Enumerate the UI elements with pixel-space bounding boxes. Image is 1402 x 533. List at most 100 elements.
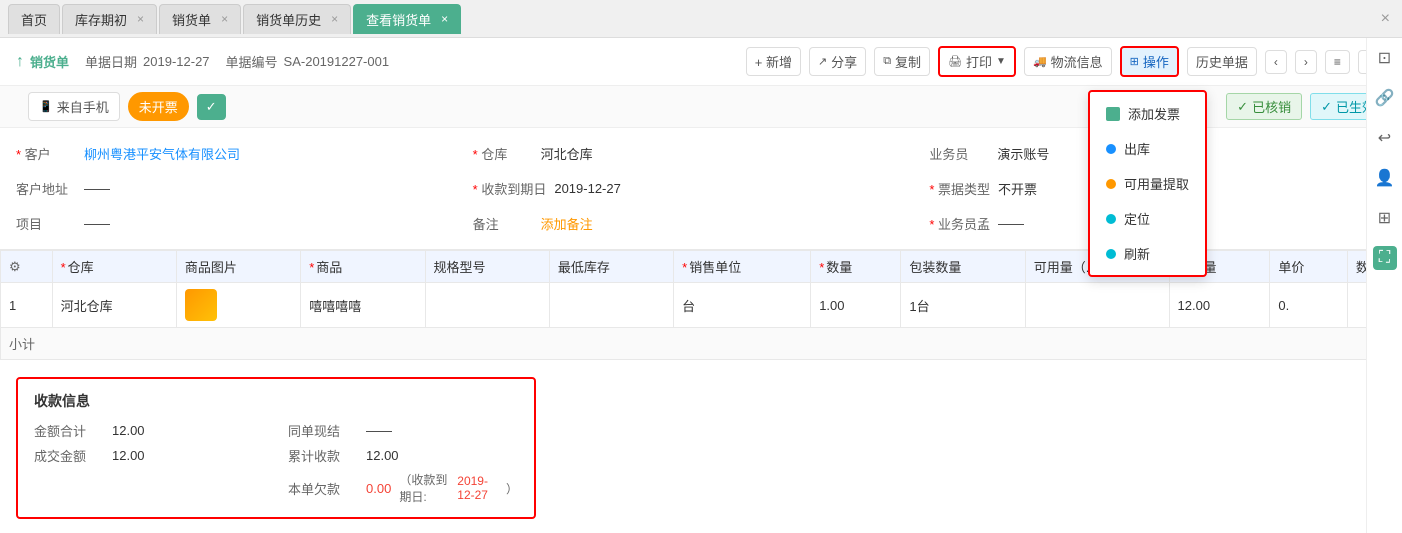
sidebar-icon-3[interactable]: ↩ — [1373, 126, 1397, 150]
effective-icon: ✓ — [1321, 99, 1332, 115]
col-unit: *销售单位 — [674, 251, 811, 283]
sidebar-icon-4[interactable]: 👤 — [1373, 166, 1397, 190]
address-row: 客户地址 —— — [16, 175, 473, 202]
col-unit-price: 单价 — [1270, 251, 1347, 283]
salesperson2-label: 业务员孟 — [929, 214, 990, 233]
doc-meta: 单据日期 2019-12-27 单据编号 SA-20191227-001 — [85, 52, 389, 71]
col-product: *商品 — [301, 251, 425, 283]
tab-sales-history-close[interactable]: × — [331, 12, 338, 26]
available-extract-label: 可用量提取 — [1124, 174, 1189, 193]
doc-header: ↑ 销货单 单据日期 2019-12-27 单据编号 SA-20191227-0… — [0, 38, 1402, 86]
doc-date-value: 2019-12-27 — [143, 54, 210, 69]
subtotal-row: 小计 — [1, 328, 1402, 360]
summary-section: 收款信息 金额合计 12.00 同单现结 —— 成交金额 12.00 累计收款 … — [16, 377, 536, 519]
summary-title: 收款信息 — [34, 391, 518, 411]
history-button[interactable]: 历史单据 — [1187, 47, 1257, 76]
print-icon: 🖨 — [948, 55, 962, 68]
address-value: —— — [84, 181, 110, 196]
logistics-icon: 🚚 — [1033, 55, 1047, 68]
row-quantity: 1.00 — [811, 283, 901, 328]
cumulative-payment-value: 12.00 — [366, 448, 399, 463]
verified-icon: ✓ — [1237, 99, 1248, 115]
window-close-button[interactable]: × — [1377, 6, 1394, 32]
ticket-type-label: 票据类型 — [929, 179, 990, 198]
not-open-button[interactable]: 未开票 — [128, 92, 189, 121]
new-button[interactable]: + 新增 — [746, 47, 801, 76]
product-image-thumb — [185, 289, 217, 321]
customer-row: 客户 柳州粤港平安气体有限公司 — [16, 140, 473, 167]
sidebar-icon-5[interactable]: ⊞ — [1373, 206, 1397, 230]
operation-icon: ⊞ — [1130, 55, 1139, 68]
logistics-button[interactable]: 🚚 物流信息 — [1024, 47, 1112, 76]
sidebar-icon-2[interactable]: 🔗 — [1373, 86, 1397, 110]
payment-date-label: 收款到期日 — [473, 179, 547, 198]
remark-label: 备注 — [473, 214, 533, 233]
sidebar-icon-1[interactable]: ⊡ — [1373, 46, 1397, 70]
confirm-checkmark-button[interactable]: ✓ — [197, 94, 226, 120]
row-num: 1 — [1, 283, 53, 328]
row-spec — [425, 283, 549, 328]
same-order-row: 同单现结 —— — [288, 421, 518, 440]
col-spec: 规格型号 — [425, 251, 549, 283]
operation-button[interactable]: ⊞ 操作 — [1120, 46, 1179, 77]
verified-badge[interactable]: ✓ 已核销 — [1226, 93, 1302, 120]
view1-button[interactable]: ≡ — [1325, 50, 1350, 74]
doc-date-item: 单据日期 2019-12-27 — [85, 52, 210, 71]
transaction-amount-value: 12.00 — [112, 448, 145, 463]
warehouse-row: 仓库 河北仓库 — [473, 140, 930, 167]
salesperson2-value: —— — [998, 216, 1024, 231]
tab-sales-history[interactable]: 销货单历史 × — [243, 4, 351, 34]
project-row: 项目 —— — [16, 210, 473, 237]
tab-sales[interactable]: 销货单 × — [159, 4, 241, 34]
transaction-amount-row: 成交金额 12.00 — [34, 446, 264, 465]
operation-dropdown: 添加发票 出库 可用量提取 定位 刷新 — [1088, 90, 1207, 277]
copy-icon: ⧉ — [883, 55, 891, 68]
project-label: 项目 — [16, 214, 76, 233]
from-phone-button[interactable]: 📱 来自手机 — [28, 92, 120, 121]
add-invoice-item[interactable]: 添加发票 — [1090, 96, 1205, 131]
tab-view-sales-close[interactable]: × — [441, 12, 448, 26]
due-date-close: ） — [506, 480, 518, 497]
sidebar-icon-expand[interactable]: ⛶ — [1373, 246, 1397, 270]
doc-title-area: ↑ 销货单 — [16, 52, 69, 71]
warehouse-value: 河北仓库 — [541, 144, 593, 163]
payment-date-row: 收款到期日 2019-12-27 — [473, 175, 930, 202]
cumulative-payment-row: 累计收款 12.00 — [288, 446, 518, 465]
tab-view-sales[interactable]: 查看销货单 × — [353, 4, 461, 34]
ticket-type-value: 不开票 — [998, 179, 1037, 198]
locate-item[interactable]: 定位 — [1090, 201, 1205, 236]
row-current-stock: 12.00 — [1169, 283, 1270, 328]
table-row: 1 河北仓库 嘻嘻嘻嘻 台 1.00 1台 12.00 0. — [1, 283, 1402, 328]
total-amount-label: 金额合计 — [34, 421, 104, 440]
tab-home[interactable]: 首页 — [8, 4, 60, 34]
available-extract-item[interactable]: 可用量提取 — [1090, 166, 1205, 201]
tab-sales-close[interactable]: × — [221, 12, 228, 26]
print-button[interactable]: 🖨 打印 ▼ — [938, 46, 1016, 77]
copy-button[interactable]: ⧉ 复制 — [874, 47, 930, 76]
tab-inventory[interactable]: 库存期初 × — [62, 4, 157, 34]
next-button[interactable]: › — [1295, 50, 1317, 74]
col-warehouse: *仓库 — [52, 251, 176, 283]
prev-button[interactable]: ‹ — [1265, 50, 1287, 74]
share-button[interactable]: ↗ 分享 — [809, 47, 866, 76]
tab-sales-label: 销货单 — [172, 10, 211, 29]
doc-number-value: SA-20191227-001 — [284, 54, 390, 69]
cumulative-payment-label: 累计收款 — [288, 446, 358, 465]
add-remark-button[interactable]: 添加备注 — [541, 214, 593, 233]
outbound-item[interactable]: 出库 — [1090, 131, 1205, 166]
doc-number-item: 单据编号 SA-20191227-001 — [226, 52, 390, 71]
tab-home-label: 首页 — [21, 10, 47, 29]
tab-inventory-close[interactable]: × — [137, 12, 144, 26]
refresh-item[interactable]: 刷新 — [1090, 236, 1205, 271]
row-product: 嘻嘻嘻嘻 — [301, 283, 425, 328]
outbound-dot — [1106, 144, 1116, 154]
row-unit-price: 0. — [1270, 283, 1347, 328]
extract-dot — [1106, 179, 1116, 189]
doc-icon: ↑ — [16, 53, 24, 71]
current-due-row: 本单欠款 0.00 （收款到期日: 2019-12-27 ） — [288, 471, 518, 505]
due-date-info: （收款到期日: — [399, 471, 449, 505]
customer-value[interactable]: 柳州粤港平安气体有限公司 — [84, 144, 240, 163]
project-value: —— — [84, 216, 110, 231]
col-min-stock: 最低库存 — [549, 251, 673, 283]
col-settings[interactable]: ⚙ — [1, 251, 53, 283]
